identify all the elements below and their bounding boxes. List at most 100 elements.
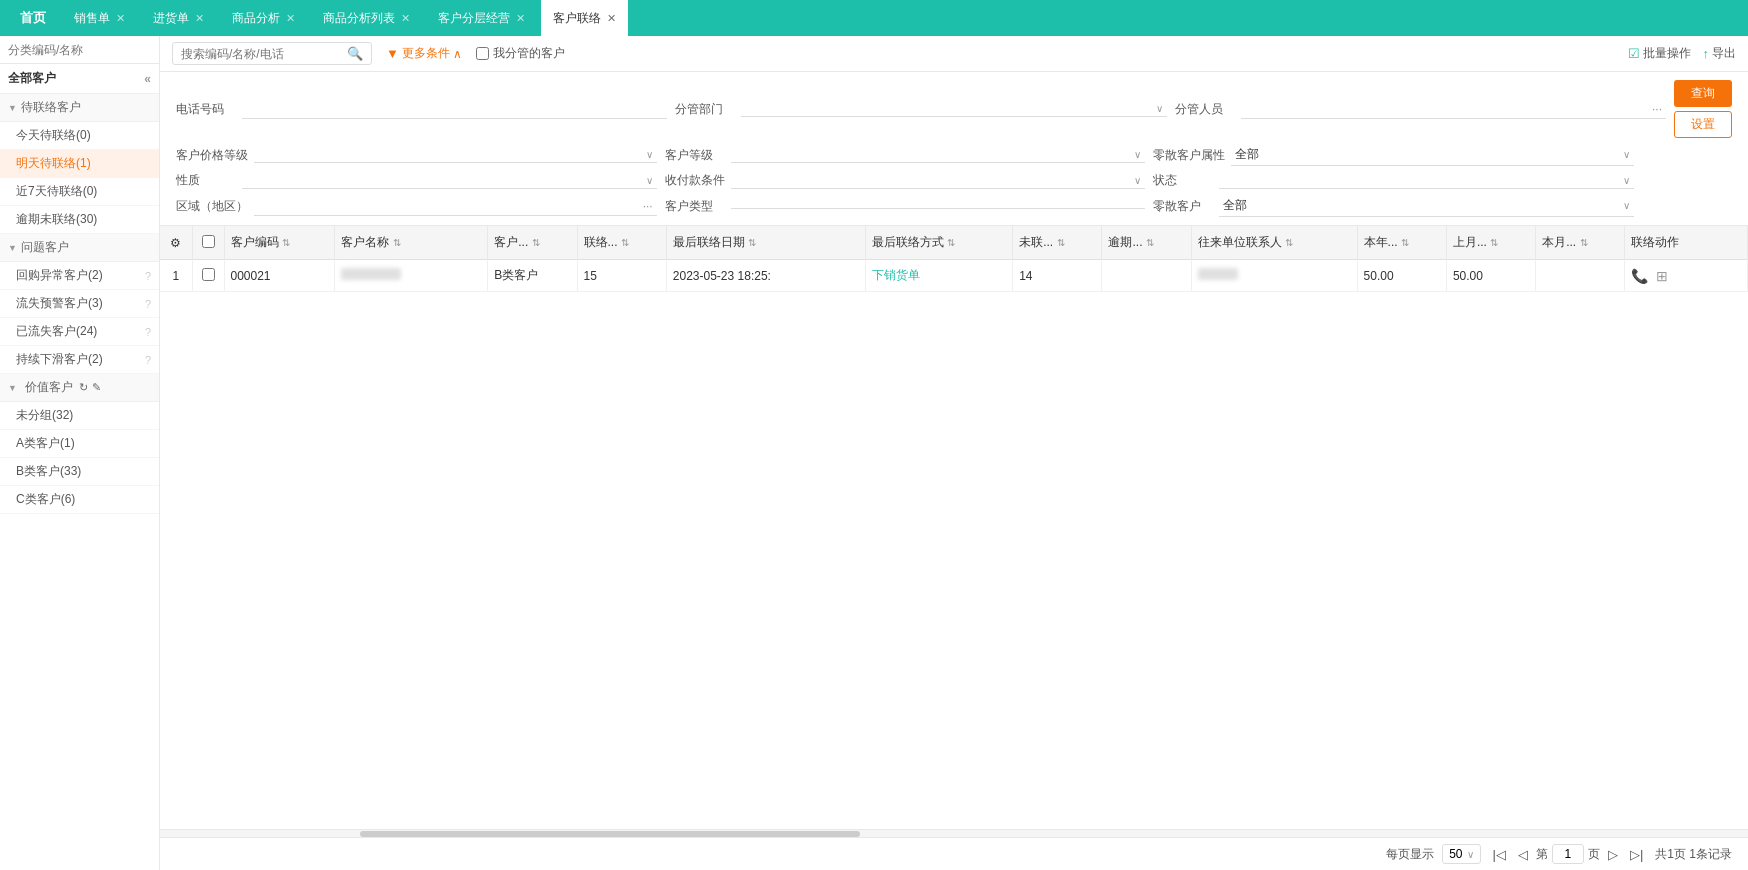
nav-product-analysis-list[interactable]: 商品分析列表 ✕ bbox=[311, 0, 422, 36]
table-header-row: ⚙ 客户编码 ⇅ 客户名称 ⇅ bbox=[160, 226, 1748, 260]
sort-last-date-icon[interactable]: ⇅ bbox=[748, 237, 756, 248]
retail-attr-select[interactable]: 全部 ∨ bbox=[1231, 144, 1634, 166]
close-product-analysis-icon[interactable]: ✕ bbox=[286, 12, 295, 25]
last-contact-method-link[interactable]: 下销货单 bbox=[872, 268, 920, 282]
price-level-select[interactable]: ∨ bbox=[254, 147, 657, 163]
query-button[interactable]: 查询 bbox=[1674, 80, 1732, 107]
nav-purchase-order[interactable]: 进货单 ✕ bbox=[141, 0, 216, 36]
search-submit-icon[interactable]: 🔍 bbox=[347, 46, 363, 61]
nav-sales-order[interactable]: 销售单 ✕ bbox=[62, 0, 137, 36]
search-input[interactable] bbox=[181, 47, 343, 61]
row-checkbox[interactable] bbox=[202, 268, 215, 281]
person-select[interactable]: ··· bbox=[1241, 100, 1666, 119]
sidebar-item-ungrouped[interactable]: 未分组(32) bbox=[0, 402, 159, 430]
row-action-buttons: 📞 ⊞ bbox=[1631, 268, 1741, 284]
grid-action-icon[interactable]: ⊞ bbox=[1656, 268, 1668, 284]
next-page-button[interactable]: ▷ bbox=[1604, 845, 1622, 864]
sort-name-icon[interactable]: ⇅ bbox=[393, 237, 401, 248]
sort-overdue-icon[interactable]: ⇅ bbox=[1146, 237, 1154, 248]
person-dots-icon[interactable]: ··· bbox=[1652, 102, 1662, 116]
batch-op-button[interactable]: ☑ 批量操作 bbox=[1628, 45, 1691, 62]
sidebar-group-value[interactable]: 价值客户 ↻ ✎ bbox=[0, 374, 159, 402]
filter-icon: ▼ bbox=[386, 46, 399, 61]
filter-row-2: 客户价格等级 ∨ 客户等级 ∨ 零散客户属性 全部 bbox=[176, 144, 1732, 166]
sort-unit-contact-icon[interactable]: ⇅ bbox=[1285, 237, 1293, 248]
close-purchase-order-icon[interactable]: ✕ bbox=[195, 12, 204, 25]
filter-row-1: 电话号码 分管部门 ∨ 分管人员 ··· bbox=[176, 80, 1732, 138]
sidebar-search-bar[interactable]: 🔍 bbox=[0, 36, 159, 64]
sort-category-icon[interactable]: ⇅ bbox=[532, 237, 540, 248]
select-all-checkbox[interactable] bbox=[202, 235, 215, 248]
close-product-analysis-list-icon[interactable]: ✕ bbox=[401, 12, 410, 25]
nature-select[interactable]: ∨ bbox=[242, 173, 657, 189]
sort-last-method-icon[interactable]: ⇅ bbox=[947, 237, 955, 248]
cell-checkbox bbox=[192, 260, 224, 292]
nav-home[interactable]: 首页 bbox=[8, 0, 58, 36]
phone-action-icon[interactable]: 📞 bbox=[1631, 268, 1648, 284]
area-dots-icon[interactable]: ··· bbox=[643, 199, 653, 213]
area-select[interactable]: ··· bbox=[254, 197, 657, 216]
phone-input[interactable] bbox=[242, 100, 667, 119]
nav-customer-contact[interactable]: 客户联络 ✕ bbox=[541, 0, 628, 36]
col-name: 客户名称 ⇅ bbox=[335, 226, 488, 260]
sidebar-item-declining[interactable]: 持续下滑客户(2) ? bbox=[0, 346, 159, 374]
page-number-input[interactable] bbox=[1552, 844, 1584, 864]
filter-cell-retail-customer: 零散客户 全部 ∨ bbox=[1153, 195, 1634, 217]
sort-code-icon[interactable]: ⇅ bbox=[282, 237, 290, 248]
my-customers-checkbox-label[interactable]: 我分管的客户 bbox=[476, 45, 565, 62]
sort-last-month-icon[interactable]: ⇅ bbox=[1490, 237, 1498, 248]
my-customers-checkbox[interactable] bbox=[476, 47, 489, 60]
close-customer-tiering-icon[interactable]: ✕ bbox=[516, 12, 525, 25]
sort-this-month-icon[interactable]: ⇅ bbox=[1580, 237, 1588, 248]
search-toolbar: 🔍 ▼ 更多条件 ∧ 我分管的客户 ☑ 批量操作 ↑ 导出 bbox=[160, 36, 1748, 72]
nav-product-analysis[interactable]: 商品分析 ✕ bbox=[220, 0, 307, 36]
customer-name-blurred bbox=[341, 268, 401, 280]
sidebar-item-7days-pending[interactable]: 近7天待联络(0) bbox=[0, 178, 159, 206]
dept-select[interactable]: ∨ bbox=[741, 101, 1166, 117]
status-select[interactable]: ∨ bbox=[1219, 173, 1634, 189]
all-customers-header[interactable]: 全部客户 « bbox=[0, 64, 159, 94]
per-page-select[interactable]: 50 ∨ bbox=[1442, 844, 1480, 864]
first-page-button[interactable]: |◁ bbox=[1489, 845, 1510, 864]
customer-level-select[interactable]: ∨ bbox=[731, 147, 1146, 163]
nav-customer-tiering[interactable]: 客户分层经营 ✕ bbox=[426, 0, 537, 36]
sidebar-group-problem[interactable]: 问题客户 bbox=[0, 234, 159, 262]
sidebar-item-abnormal-repurchase[interactable]: 回购异常客户(2) ? bbox=[0, 262, 159, 290]
gear-icon[interactable]: ⚙ bbox=[170, 236, 181, 250]
sidebar-item-churn-warning[interactable]: 流失预警客户(3) ? bbox=[0, 290, 159, 318]
last-page-button[interactable]: ▷| bbox=[1626, 845, 1647, 864]
col-contact: 联络... ⇅ bbox=[577, 226, 666, 260]
edit-icon[interactable]: ✎ bbox=[92, 381, 101, 394]
more-filter-button[interactable]: ▼ 更多条件 ∧ bbox=[380, 42, 468, 65]
refresh-icon[interactable]: ↻ bbox=[79, 381, 88, 394]
table-footer: 每页显示 50 ∨ |◁ ◁ 第 页 ▷ ▷| 共1页 1条记录 bbox=[160, 837, 1748, 870]
sidebar-item-a-class[interactable]: A类客户(1) bbox=[0, 430, 159, 458]
sidebar-item-churned[interactable]: 已流失客户(24) ? bbox=[0, 318, 159, 346]
sidebar-group-pending[interactable]: 待联络客户 bbox=[0, 94, 159, 122]
horizontal-scrollbar[interactable] bbox=[160, 829, 1748, 837]
top-navigation: 首页 销售单 ✕ 进货单 ✕ 商品分析 ✕ 商品分析列表 ✕ 客户分层经营 ✕ … bbox=[0, 0, 1748, 36]
sort-contact-icon[interactable]: ⇅ bbox=[621, 237, 629, 248]
per-page-label: 每页显示 bbox=[1386, 846, 1434, 863]
sidebar-item-today-pending[interactable]: 今天待联络(0) bbox=[0, 122, 159, 150]
close-sales-order-icon[interactable]: ✕ bbox=[116, 12, 125, 25]
payment-select[interactable]: ∨ bbox=[731, 173, 1146, 189]
sidebar-item-tomorrow-pending[interactable]: 明天待联络(1) bbox=[0, 150, 159, 178]
sidebar-item-overdue-pending[interactable]: 逾期未联络(30) bbox=[0, 206, 159, 234]
scrollbar-thumb[interactable] bbox=[360, 831, 860, 837]
search-input-wrap[interactable]: 🔍 bbox=[172, 42, 372, 65]
filter-cell-payment: 收付款条件 ∨ bbox=[665, 172, 1146, 189]
cell-last-contact-date: 2023-05-23 18:25: bbox=[666, 260, 865, 292]
sidebar-item-b-class[interactable]: B类客户(33) bbox=[0, 458, 159, 486]
sidebar-search-input[interactable] bbox=[8, 43, 158, 57]
sort-this-year-icon[interactable]: ⇅ bbox=[1401, 237, 1409, 248]
settings-button[interactable]: 设置 bbox=[1674, 111, 1732, 138]
sidebar-item-c-class[interactable]: C类客户(6) bbox=[0, 486, 159, 514]
close-customer-contact-icon[interactable]: ✕ bbox=[607, 12, 616, 25]
retail-customer-select[interactable]: 全部 ∨ bbox=[1219, 195, 1634, 217]
export-button[interactable]: ↑ 导出 bbox=[1703, 45, 1737, 62]
customer-type-select[interactable] bbox=[731, 204, 1146, 209]
phone-label: 电话号码 bbox=[176, 101, 236, 118]
prev-page-button[interactable]: ◁ bbox=[1514, 845, 1532, 864]
sort-not-contacted-icon[interactable]: ⇅ bbox=[1057, 237, 1065, 248]
